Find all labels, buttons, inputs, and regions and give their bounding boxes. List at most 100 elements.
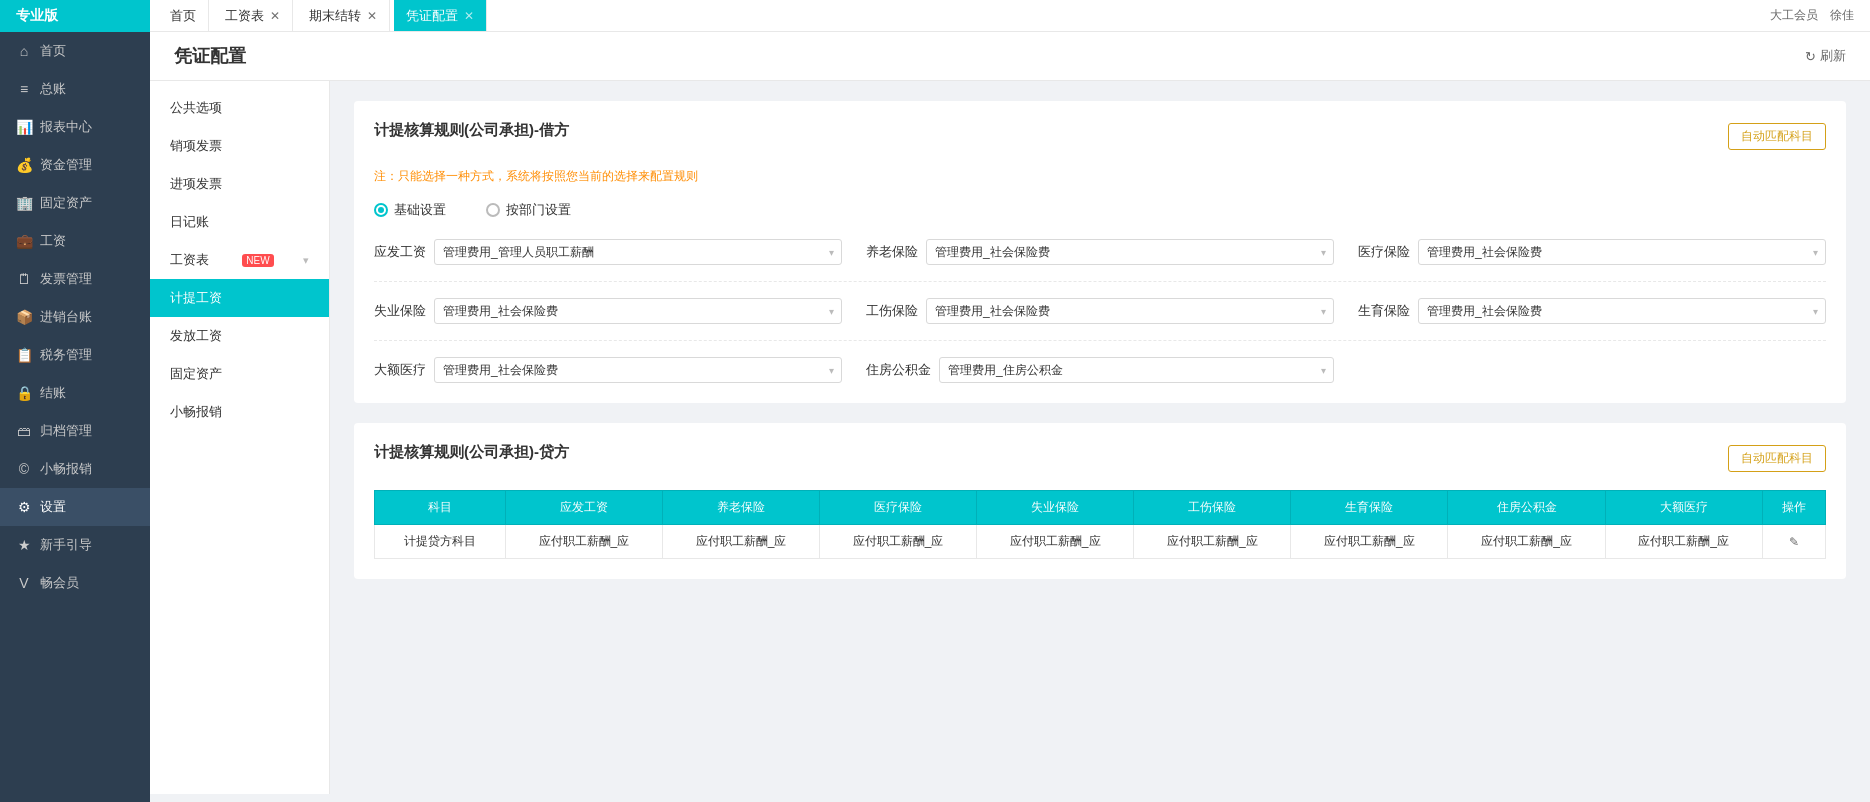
sidebar-item-label: 固定资产 (40, 194, 92, 212)
credit-section-header: 计提核算规则(公司承担)-贷方 自动匹配科目 (374, 443, 1826, 474)
ledger-icon: ≡ (16, 81, 32, 97)
form-row-2: 失业保险 管理费用_社会保险费 ▾ 工伤保险 (374, 298, 1826, 324)
sidebar-item-tax[interactable]: 📋 税务管理 (0, 336, 150, 374)
td-unemployment-val: 应付职工薪酬_应 (977, 525, 1134, 559)
xiaochang-icon: © (16, 461, 32, 477)
field-housing-fund: 住房公积金 管理费用_住房公积金 ▾ (866, 357, 1334, 383)
th-salary: 应发工资 (505, 491, 662, 525)
sidebar-item-fund[interactable]: 💰 资金管理 (0, 146, 150, 184)
refresh-label: 刷新 (1820, 47, 1846, 65)
inventory-icon: 📦 (16, 309, 32, 325)
tab-salary-table[interactable]: 工资表 ✕ (213, 0, 293, 31)
injury-select[interactable]: 管理费用_社会保险费 (926, 298, 1334, 324)
tab-voucher-config-close-icon[interactable]: ✕ (464, 9, 474, 23)
unemployment-select[interactable]: 管理费用_社会保险费 (434, 298, 842, 324)
tab-home[interactable]: 首页 (158, 0, 209, 31)
tab-period-close-icon[interactable]: ✕ (367, 9, 377, 23)
sidebar-item-report[interactable]: 📊 报表中心 (0, 108, 150, 146)
debit-auto-match-button[interactable]: 自动匹配科目 (1728, 123, 1826, 150)
salary-icon: 💼 (16, 233, 32, 249)
sidebar-item-label: 报表中心 (40, 118, 92, 136)
username-label: 徐佳 (1830, 7, 1854, 24)
tab-bar: 首页 工资表 ✕ 期末结转 ✕ 凭证配置 ✕ 大工会员 徐佳 (150, 0, 1870, 32)
pension-select-wrapper: 管理费用_社会保险费 ▾ (926, 239, 1334, 265)
page-content: 凭证配置 ↻ 刷新 公共选项 销项发票 进项发票 日记账 (150, 32, 1870, 802)
radio-basic-circle (374, 203, 388, 217)
housing-fund-select-wrapper: 管理费用_住房公积金 ▾ (939, 357, 1334, 383)
left-nav-public[interactable]: 公共选项 (150, 89, 329, 127)
radio-basic-label: 基础设置 (394, 201, 446, 219)
field-pension: 养老保险 管理费用_社会保险费 ▾ (866, 239, 1334, 265)
tab-period-close-label: 期末结转 (309, 7, 361, 25)
tab-home-label: 首页 (170, 7, 196, 25)
new-badge: NEW (242, 254, 273, 267)
sidebar-item-closing[interactable]: 🔒 结账 (0, 374, 150, 412)
settings-icon: ⚙ (16, 499, 32, 515)
sidebar-item-inventory[interactable]: 📦 进销台账 (0, 298, 150, 336)
salary-select[interactable]: 管理费用_管理人员职工薪酬 (434, 239, 842, 265)
page-title: 凭证配置 (174, 44, 246, 68)
sidebar-item-xiaochang[interactable]: © 小畅报销 (0, 450, 150, 488)
sidebar: 专业版 ⌂ 首页 ≡ 总账 📊 报表中心 💰 资金管理 🏢 固定资产 💼 工资 … (0, 0, 150, 802)
tax-icon: 📋 (16, 347, 32, 363)
housing-fund-label: 住房公积金 (866, 361, 931, 379)
pension-label: 养老保险 (866, 243, 918, 261)
debit-section-header: 计提核算规则(公司承担)-借方 自动匹配科目 (374, 121, 1826, 152)
left-nav-purchase-invoice[interactable]: 进项发票 (150, 165, 329, 203)
sidebar-item-vip[interactable]: V 畅会员 (0, 564, 150, 602)
sidebar-item-settings[interactable]: ⚙ 设置 (0, 488, 150, 526)
maternity-select[interactable]: 管理费用_社会保险费 (1418, 298, 1826, 324)
radio-basic[interactable]: 基础设置 (374, 201, 446, 219)
sidebar-item-ledger[interactable]: ≡ 总账 (0, 70, 150, 108)
pension-select[interactable]: 管理费用_社会保险费 (926, 239, 1334, 265)
archive-icon: 🗃 (16, 423, 32, 439)
tab-salary-close-icon[interactable]: ✕ (270, 9, 280, 23)
sidebar-item-salary[interactable]: 💼 工资 (0, 222, 150, 260)
td-medical-val: 应付职工薪酬_应 (820, 525, 977, 559)
tab-voucher-config[interactable]: 凭证配置 ✕ (394, 0, 487, 31)
edit-icon[interactable]: ✎ (1789, 535, 1799, 549)
fund-icon: 💰 (16, 157, 32, 173)
field-unemployment: 失业保险 管理费用_社会保险费 ▾ (374, 298, 842, 324)
left-nav-sales-invoice[interactable]: 销项发票 (150, 127, 329, 165)
table-header-row: 科目 应发工资 养老保险 医疗保险 失业保险 工伤保险 生育保险 住房公积金 大… (375, 491, 1826, 525)
debit-section: 计提核算规则(公司承担)-借方 自动匹配科目 注：只能选择一种方式，系统将按照您… (354, 101, 1846, 403)
sidebar-item-guide[interactable]: ★ 新手引导 (0, 526, 150, 564)
th-major-medical: 大额医疗 (1605, 491, 1762, 525)
refresh-button[interactable]: ↻ 刷新 (1805, 47, 1846, 65)
left-nav: 公共选项 销项发票 进项发票 日记账 工资表 NEW ▾ 计提工资 (150, 81, 330, 794)
left-nav-xiaochang[interactable]: 小畅报销 (150, 393, 329, 431)
left-nav-calc-salary[interactable]: 计提工资 (150, 279, 329, 317)
content-layout: 公共选项 销项发票 进项发票 日记账 工资表 NEW ▾ 计提工资 (150, 81, 1870, 794)
housing-fund-select[interactable]: 管理费用_住房公积金 (939, 357, 1334, 383)
vip-icon: V (16, 575, 32, 591)
left-nav-pay-salary[interactable]: 发放工资 (150, 317, 329, 355)
td-subject: 计提贷方科目 (375, 525, 506, 559)
debit-section-note: 注：只能选择一种方式，系统将按照您当前的选择来配置规则 (374, 168, 1826, 185)
td-injury-val: 应付职工薪酬_应 (1134, 525, 1291, 559)
asset-icon: 🏢 (16, 195, 32, 211)
sidebar-item-asset[interactable]: 🏢 固定资产 (0, 184, 150, 222)
sidebar-item-label: 畅会员 (40, 574, 79, 592)
credit-auto-match-button[interactable]: 自动匹配科目 (1728, 445, 1826, 472)
sidebar-item-invoice[interactable]: 🗒 发票管理 (0, 260, 150, 298)
radio-dept[interactable]: 按部门设置 (486, 201, 571, 219)
left-nav-journal[interactable]: 日记账 (150, 203, 329, 241)
radio-group: 基础设置 按部门设置 (374, 201, 1826, 219)
brand-logo: 专业版 (0, 0, 150, 32)
maternity-select-wrapper: 管理费用_社会保险费 ▾ (1418, 298, 1826, 324)
salary-select-wrapper: 管理费用_管理人员职工薪酬 ▾ (434, 239, 842, 265)
divider-1 (374, 281, 1826, 282)
medical-select[interactable]: 管理费用_社会保险费 (1418, 239, 1826, 265)
th-action: 操作 (1762, 491, 1825, 525)
credit-section: 计提核算规则(公司承担)-贷方 自动匹配科目 科目 应发工资 养老保险 医疗保险… (354, 423, 1846, 579)
tab-period-close[interactable]: 期末结转 ✕ (297, 0, 390, 31)
sidebar-item-archive[interactable]: 🗃 归档管理 (0, 412, 150, 450)
td-action[interactable]: ✎ (1762, 525, 1825, 559)
tab-voucher-config-label: 凭证配置 (406, 7, 458, 25)
left-nav-fixed-asset[interactable]: 固定资产 (150, 355, 329, 393)
major-medical-label: 大额医疗 (374, 361, 426, 379)
major-medical-select[interactable]: 管理费用_社会保险费 (434, 357, 842, 383)
left-nav-salary-table[interactable]: 工资表 NEW ▾ (150, 241, 329, 279)
sidebar-item-home[interactable]: ⌂ 首页 (0, 32, 150, 70)
